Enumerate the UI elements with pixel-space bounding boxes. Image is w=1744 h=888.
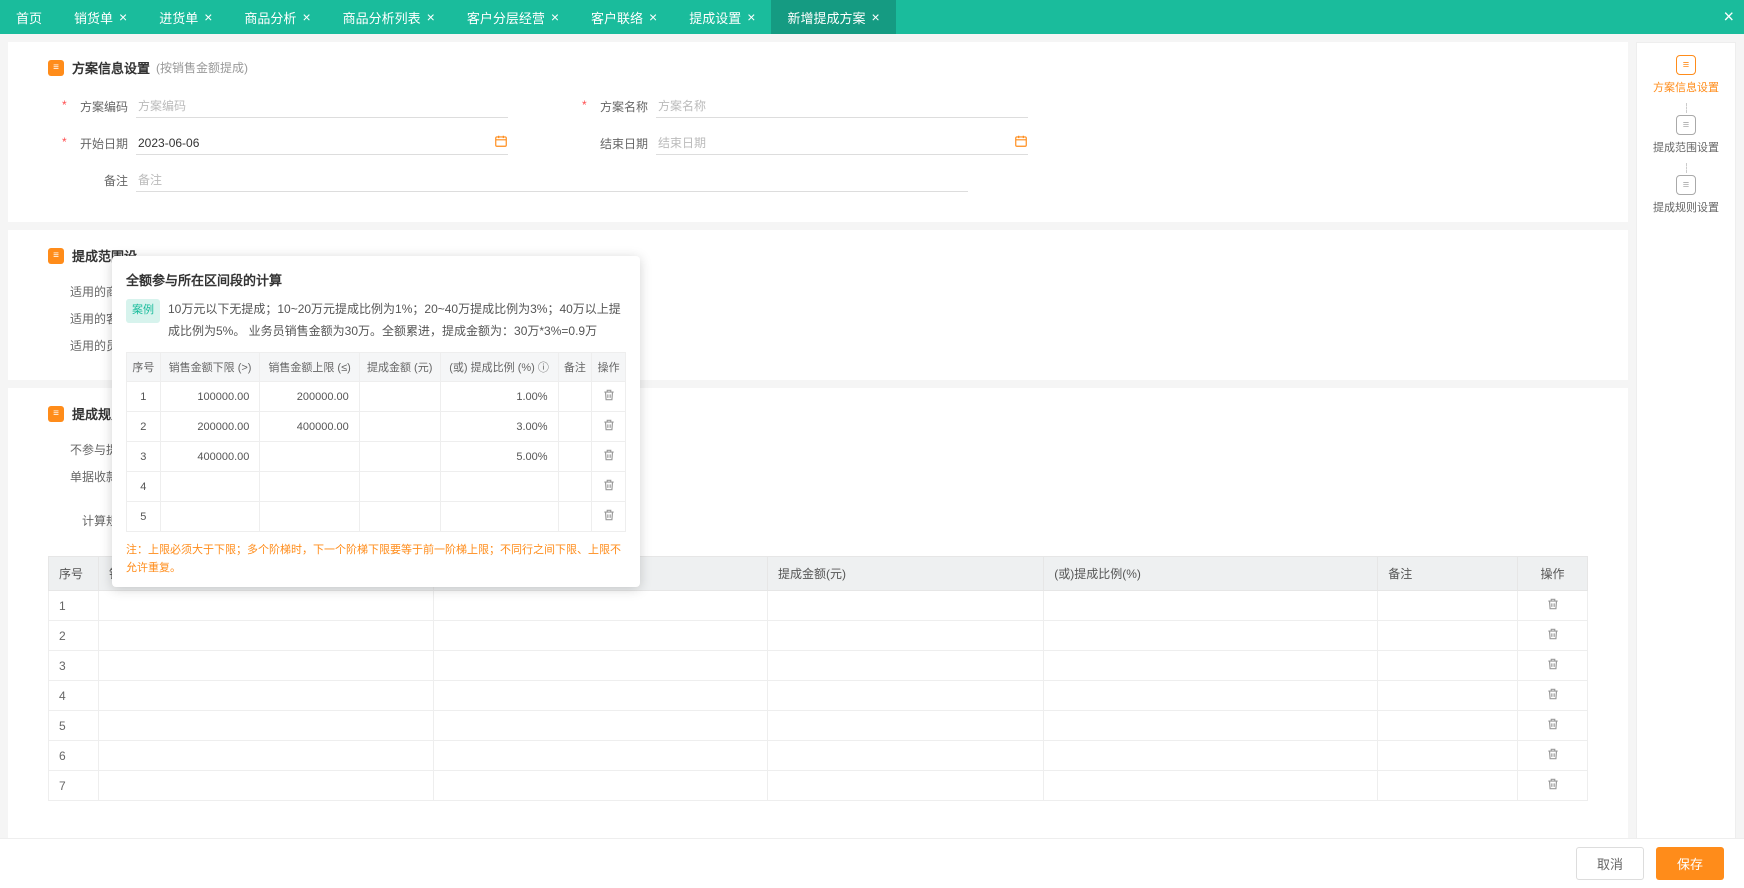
popover-title: 全额参与所在区间段的计算 [126,270,626,289]
tab-首页[interactable]: 首页 [0,0,58,34]
popover-table: 序号销售金额下限 (>)销售金额上限 (≤)提成金额 (元)(或) 提成比例 (… [126,352,626,532]
tab-close-icon[interactable]: × [427,9,435,25]
delete-icon[interactable] [1546,777,1560,794]
anchor-方案信息设置[interactable]: ≡方案信息设置 [1641,55,1731,95]
cancel-button[interactable]: 取消 [1576,847,1644,880]
remark-input[interactable] [136,169,968,192]
anchor-icon: ≡ [1676,175,1696,195]
anchor-提成范围设置[interactable]: ≡提成范围设置 [1641,115,1731,155]
section-info: ≡ 方案信息设置 (按销售金额提成) 方案编码 方案名称 开始日期 [8,42,1628,222]
tab-close-icon[interactable]: × [119,9,127,25]
close-all-tabs[interactable]: × [1723,7,1734,28]
col-header: (或)提成比例(%) [1044,557,1378,591]
pop-col-header: (或) 提成比例 (%) ⓘ [440,353,558,382]
start-date-input[interactable] [136,132,508,155]
end-date-label: 结束日期 [568,135,648,152]
delete-icon[interactable] [1546,627,1560,644]
example-tag: 案例 [126,299,160,323]
table-row[interactable]: 4 [49,681,1588,711]
example-text: 10万元以下无提成；10~20万元提成比例为1%；20~40万提成比例为3%；4… [168,299,626,342]
tab-客户联络[interactable]: 客户联络× [575,0,673,34]
tab-商品分析列表[interactable]: 商品分析列表× [327,0,451,34]
calendar-icon[interactable] [1014,134,1028,151]
section-icon: ≡ [48,248,64,264]
tab-客户分层经营[interactable]: 客户分层经营× [451,0,575,34]
tab-close-icon[interactable]: × [649,9,657,25]
delete-icon[interactable] [1546,717,1560,734]
pop-row: 2200000.00400000.003.00% [127,412,626,442]
tab-新增提成方案[interactable]: 新增提成方案× [771,0,895,34]
footer-bar: 取消 保存 [0,838,1744,888]
table-row[interactable]: 3 [49,651,1588,681]
anchor-icon: ≡ [1676,115,1696,135]
tab-close-icon[interactable]: × [871,9,879,25]
tab-进货单[interactable]: 进货单× [143,0,228,34]
pop-col-header: 序号 [127,353,161,382]
delete-icon[interactable] [1546,597,1560,614]
delete-icon[interactable] [602,448,616,465]
pop-row: 3400000.005.00% [127,442,626,472]
remark-label: 备注 [48,172,128,189]
code-input[interactable] [136,95,508,118]
anchor-提成规则设置[interactable]: ≡提成规则设置 [1641,175,1731,215]
end-date-input[interactable] [656,132,1028,155]
anchor-icon: ≡ [1676,55,1696,75]
tab-bar: 首页销货单×进货单×商品分析×商品分析列表×客户分层经营×客户联络×提成设置×新… [0,0,1744,34]
delete-icon[interactable] [602,418,616,435]
tab-close-icon[interactable]: × [747,9,755,25]
pop-col-header: 销售金额上限 (≤) [260,353,359,382]
tab-close-icon[interactable]: × [551,9,559,25]
code-label: 方案编码 [48,98,128,115]
rule-table: 序号销售金额下限(>)销售金额上限(≤)提成金额(元)(或)提成比例(%)备注操… [48,556,1588,801]
col-header: 序号 [49,557,99,591]
col-header: 操作 [1518,557,1588,591]
pop-row: 1100000.00200000.001.00% [127,382,626,412]
table-row[interactable]: 6 [49,741,1588,771]
tab-close-icon[interactable]: × [204,9,212,25]
pop-row: 4 [127,472,626,502]
section-icon: ≡ [48,60,64,76]
name-input[interactable] [656,95,1028,118]
section-icon: ≡ [48,406,64,422]
example-popover: 全额参与所在区间段的计算 案例 10万元以下无提成；10~20万元提成比例为1%… [112,256,640,587]
delete-icon[interactable] [602,388,616,405]
tab-close-icon[interactable]: × [302,9,310,25]
popover-note: 注：上限必须大于下限；多个阶梯时，下一个阶梯下限要等于前一阶梯上限；不同行之间下… [126,542,626,577]
table-row[interactable]: 2 [49,621,1588,651]
name-label: 方案名称 [568,98,648,115]
col-header: 提成金额(元) [768,557,1044,591]
start-date-label: 开始日期 [48,135,128,152]
tab-商品分析[interactable]: 商品分析× [228,0,326,34]
section-info-header: ≡ 方案信息设置 (按销售金额提成) [48,58,1588,77]
pop-col-header: 备注 [558,353,592,382]
delete-icon[interactable] [602,478,616,495]
delete-icon[interactable] [602,508,616,525]
pop-col-header: 提成金额 (元) [359,353,440,382]
pop-col-header: 销售金额下限 (>) [160,353,260,382]
table-row[interactable]: 5 [49,711,1588,741]
table-row[interactable]: 7 [49,771,1588,801]
delete-icon[interactable] [1546,747,1560,764]
save-button[interactable]: 保存 [1656,847,1724,880]
pop-row: 5 [127,502,626,532]
col-header: 备注 [1378,557,1518,591]
delete-icon[interactable] [1546,687,1560,704]
delete-icon[interactable] [1546,657,1560,674]
calendar-icon[interactable] [494,134,508,151]
section-info-subtitle: (按销售金额提成) [156,59,248,76]
pop-col-header: 操作 [592,353,626,382]
anchor-nav: ≡方案信息设置 ≡提成范围设置 ≡提成规则设置 [1636,42,1736,861]
tab-提成设置[interactable]: 提成设置× [673,0,771,34]
table-row[interactable]: 1 [49,591,1588,621]
tab-销货单[interactable]: 销货单× [58,0,143,34]
section-info-title: 方案信息设置 [72,58,150,77]
